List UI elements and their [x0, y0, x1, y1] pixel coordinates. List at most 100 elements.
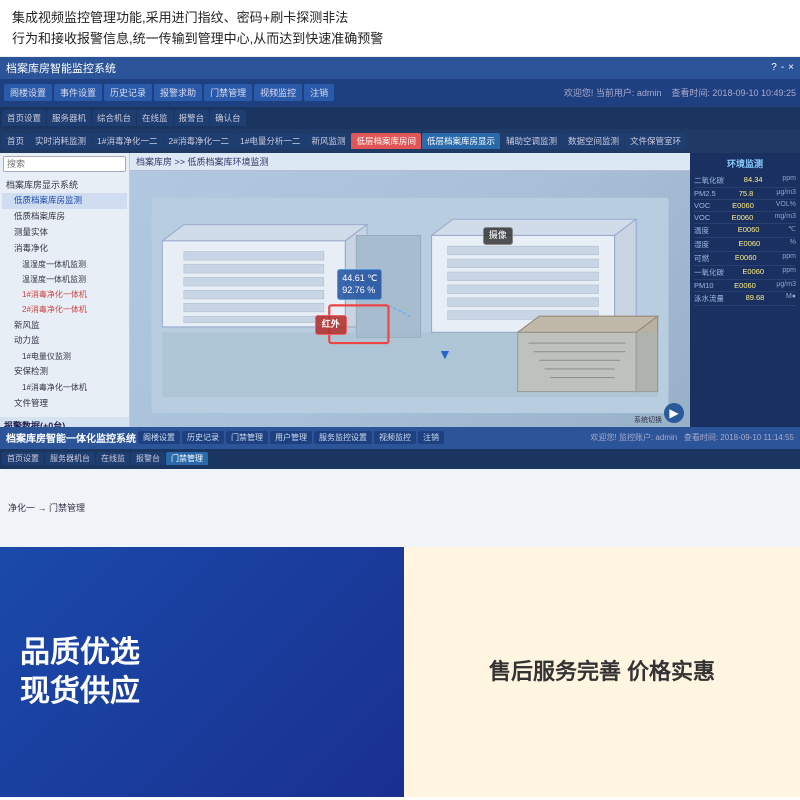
env-water: 泳水流量 89.68 M● [694, 292, 796, 306]
env-temp-value: E0060 [738, 225, 760, 236]
nav-btn-logout[interactable]: 注销 [304, 84, 334, 101]
minimize-icon[interactable]: ? [771, 62, 777, 73]
env-co-label: 一氧化碳 [694, 267, 724, 278]
env-panel-title: 环境监测 [694, 157, 796, 170]
nav-user-info: 欢迎您! 当前用户: admin [564, 88, 662, 98]
promo-section: 品质优选 现货供应 售后服务完善 价格实惠 [0, 547, 800, 797]
env-humidity: 湿度 E0060 % [694, 238, 796, 252]
floor-plan-area: 44.61 ℃92.76 % 摄像 红外 ▼ ▶ 系统切换 [130, 171, 690, 427]
sys2-nav-history[interactable]: 历史记录 [182, 431, 224, 444]
sensor-temp-humidity[interactable]: 44.61 ℃92.76 % [337, 269, 382, 300]
promo-left: 品质优选 现货供应 [0, 547, 404, 797]
tab-purify1[interactable]: 1#消毒净化一二 [92, 133, 162, 149]
tree-node-measure[interactable]: 测量实体 [2, 225, 127, 241]
env-voc1-label: VOC [694, 201, 710, 210]
env-voc1-value: E0060 [732, 201, 754, 210]
env-combustible-unit: ppm [782, 253, 796, 264]
system1-nav: 阁楼设置 事件设置 历史记录 报警求助 门禁管理 视频监控 注销 欢迎您! 当前… [0, 79, 800, 107]
tree-node-temp1[interactable]: 温湿度一体机监测 [2, 257, 127, 272]
env-water-label: 泳水流量 [694, 293, 724, 304]
search-input[interactable] [3, 156, 126, 172]
sys2-tab-door[interactable]: 门禁管理 [166, 452, 208, 465]
tab-archive-display[interactable]: 低层档案库房显示 [422, 133, 500, 149]
nav-label: 系统切换 [634, 415, 662, 425]
env-temp-label: 温度 [694, 225, 709, 236]
tab-combined[interactable]: 综合机台 [92, 110, 136, 126]
env-voc2: VOC E0060 mg/m3 [694, 212, 796, 224]
tab-home-settings[interactable]: 首页设置 [2, 110, 46, 126]
env-combustible-value: E0060 [735, 253, 757, 264]
tab-confirm[interactable]: 确认台 [210, 110, 246, 126]
sys2-tab-home[interactable]: 首页设置 [2, 452, 44, 465]
nav-btn-alarm[interactable]: 报警求助 [154, 84, 202, 101]
sys2-nav-door[interactable]: 门禁管理 [226, 431, 268, 444]
tree-node-archive-low[interactable]: 低质档案库房监测 [2, 193, 127, 209]
env-co2: 二氧化碳 84.34 ppm [694, 174, 796, 188]
system1-nav-info: 欢迎您! 当前用户: admin 查看时间: 2018-09-10 10:49:… [564, 86, 796, 99]
nav-arrow-button[interactable]: ▶ [664, 403, 684, 423]
tree-node-power[interactable]: 动力监 [2, 333, 127, 349]
nav-btn-door[interactable]: 门禁管理 [204, 84, 252, 101]
intro-line1: 集成视频监控管理功能,采用进门指纹、密码+刷卡探测非法 [12, 8, 788, 29]
alarm-section-header: 报警数据(+0台) [0, 417, 129, 426]
nav-time: 查看时间: 2018-09-10 10:49:25 [671, 88, 796, 98]
sys2-nav-logout[interactable]: 注销 [418, 431, 444, 444]
tree-node-disinfect[interactable]: 消毒净化 [2, 241, 127, 257]
sensor-wifi[interactable]: ▼ [438, 346, 452, 362]
sys2-nav-settings[interactable]: 阁楼设置 [138, 431, 180, 444]
tree-node-archive[interactable]: 低质档案库房 [2, 209, 127, 225]
nav-btn-settings[interactable]: 阁楼设置 [4, 84, 52, 101]
monitoring-system-2: 档案库房智能一体化监控系统 阁楼设置 历史记录 门禁管理 用户管理 服务监控设置… [0, 427, 800, 547]
tree-node-file-mgmt[interactable]: 文件管理 [2, 396, 127, 412]
sensor-camera[interactable]: 摄像 [483, 227, 513, 245]
sys2-nav-monitor[interactable]: 服务监控设置 [314, 431, 372, 444]
sys2-tab-alarm[interactable]: 报警台 [131, 452, 165, 465]
tree-node-purify1[interactable]: 1#消毒净化一体机 [2, 287, 127, 302]
window-chrome-1: 档案库房智能监控系统 ? - × [0, 57, 800, 79]
tree-node-purify3[interactable]: 1#消毒净化一体机 [2, 380, 127, 395]
tree-node-ventilation[interactable]: 新风监 [2, 318, 127, 334]
breadcrumb-text: 档案库房 >> 低质档案库环境监测 [136, 157, 269, 167]
system2-content-path: 净化一 → 门禁管理 [8, 501, 85, 514]
env-voc1: VOC E0060 VOL% [694, 200, 796, 212]
promo-right-text: 售后服务完善 价格实惠 [489, 652, 715, 692]
sys2-tab-server[interactable]: 服务器机台 [45, 452, 95, 465]
env-pm25-value: 75.8 [739, 189, 754, 198]
tree-node-root[interactable]: 档案库房显示系统 [2, 177, 127, 194]
maximize-icon[interactable]: - [781, 62, 784, 73]
breadcrumb: 档案库房 >> 低质档案库环境监测 [130, 153, 690, 171]
tab-realtime[interactable]: 实时消耗监测 [30, 133, 91, 149]
tab-data-space[interactable]: 数据空间监测 [563, 133, 624, 149]
tree-node-security[interactable]: 安保检测 [2, 364, 127, 380]
sensor-infrared[interactable]: 红外 [315, 315, 347, 335]
tree-node-electric[interactable]: 1#电量仪监测 [2, 349, 127, 364]
promo-right: 售后服务完善 价格实惠 [404, 547, 800, 797]
env-pm25-unit: μg/m3 [776, 189, 796, 198]
tab-alarm[interactable]: 报警台 [174, 110, 210, 126]
tab-online[interactable]: 在线监 [137, 110, 173, 126]
tab-home[interactable]: 首页 [2, 133, 29, 149]
system2-title: 档案库房智能一体化监控系统 [6, 430, 136, 445]
tab-purify2[interactable]: 2#消毒净化一二 [164, 133, 234, 149]
tab-server[interactable]: 服务器机 [47, 110, 91, 126]
tab-file-room[interactable]: 文件保管室环 [625, 133, 686, 149]
tree-node-purify2[interactable]: 2#消毒净化一体机 [2, 302, 127, 317]
tab-bar-1: 首页设置 服务器机 综合机台 在线监 报警台 确认台 [0, 107, 800, 129]
env-voc2-label: VOC [694, 213, 710, 222]
system2-content: 净化一 → 门禁管理 [0, 469, 800, 547]
sys2-nav-user[interactable]: 用户管理 [270, 431, 312, 444]
nav-btn-video[interactable]: 视频监控 [254, 84, 302, 101]
tab-ac[interactable]: 辅助空调监测 [501, 133, 562, 149]
tree-node-temp2[interactable]: 温湿度一体机监测 [2, 272, 127, 287]
tab-archive-low[interactable]: 低层档案库房间 [351, 133, 421, 149]
env-humidity-value: E0060 [739, 239, 761, 250]
env-co2-label: 二氧化碳 [694, 175, 724, 186]
tab-power[interactable]: 1#电量分析一二 [235, 133, 305, 149]
tab-ventilation[interactable]: 新风监测 [306, 133, 350, 149]
env-water-unit: M● [786, 293, 796, 304]
sys2-tab-online[interactable]: 在线监 [96, 452, 130, 465]
nav-btn-history[interactable]: 历史记录 [104, 84, 152, 101]
nav-btn-events[interactable]: 事件设置 [54, 84, 102, 101]
close-icon[interactable]: × [788, 62, 794, 73]
sys2-nav-video[interactable]: 视频监控 [374, 431, 416, 444]
